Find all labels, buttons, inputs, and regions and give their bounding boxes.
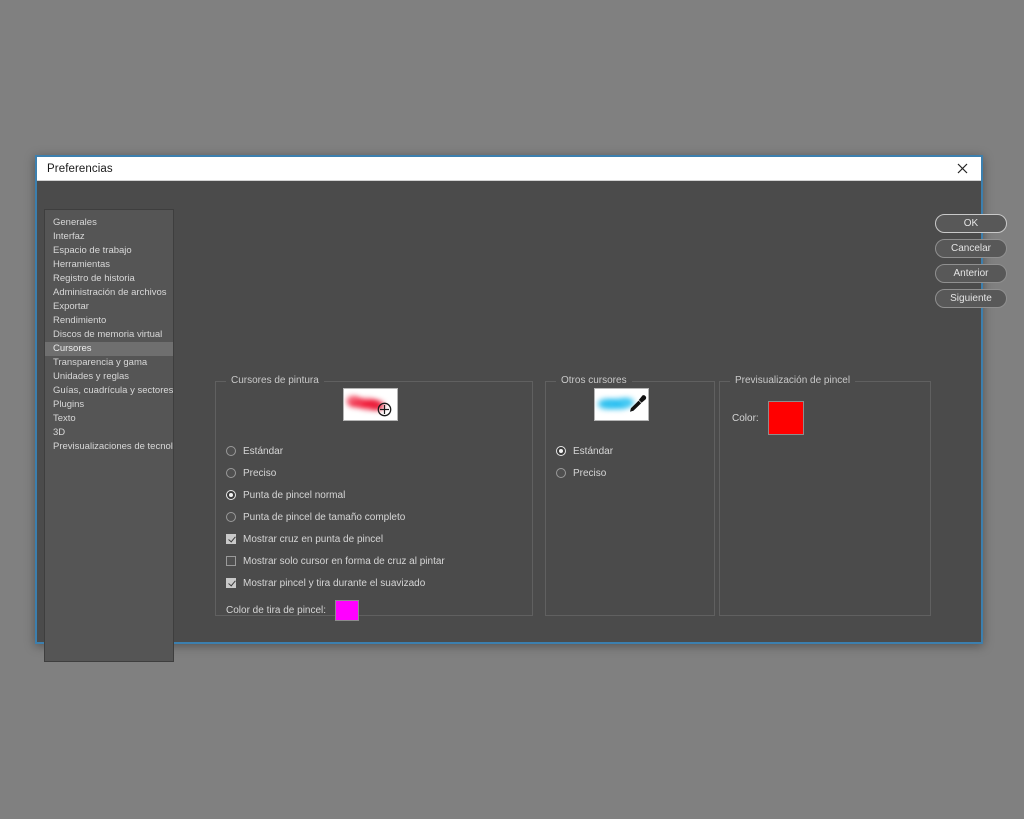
sidebar-item[interactable]: Guías, cuadrícula y sectores: [45, 384, 173, 398]
other-cursors-group: Otros cursores Estándar Preciso: [545, 375, 715, 616]
radio-indicator: [226, 512, 236, 522]
crosshair-icon: [377, 402, 392, 417]
close-icon-glyph: [957, 163, 967, 174]
eyedropper-stroke-preview-icon: [594, 388, 649, 421]
dialog-body: Generales Interfaz Espacio de trabajo Herra…: [37, 181, 1007, 662]
sidebar-item[interactable]: Espacio de trabajo: [45, 244, 173, 258]
brush-preview-legend: Previsualización de pincel: [730, 375, 856, 386]
sidebar-item[interactable]: Exportar: [45, 300, 173, 314]
checkbox-mostrar-pincel-tira[interactable]: Mostrar pincel y tira durante el suaviza…: [226, 576, 425, 590]
checkbox-label: Mostrar solo cursor en forma de cruz al …: [243, 555, 445, 567]
painting-cursors-group: Cursores de pintura Estándar Preciso Pun…: [215, 375, 533, 621]
brush-strip-color-label: Color de tira de pincel:: [226, 605, 327, 616]
radio-painting-punta-completo[interactable]: Punta de pincel de tamaño completo: [226, 510, 405, 524]
close-icon[interactable]: [943, 157, 981, 180]
radio-other-preciso[interactable]: Preciso: [556, 466, 606, 480]
checkbox-indicator: [226, 578, 236, 588]
sidebar-item[interactable]: Generales: [45, 216, 173, 230]
checkbox-indicator: [226, 556, 236, 566]
radio-indicator: [556, 468, 566, 478]
radio-painting-punta-normal[interactable]: Punta de pincel normal: [226, 488, 345, 502]
radio-label: Punta de pincel de tamaño completo: [243, 511, 406, 523]
brush-stroke-crosshair-preview-icon: [343, 388, 398, 421]
other-cursors-legend: Otros cursores: [556, 375, 632, 386]
radio-label: Estándar: [573, 445, 614, 457]
checkbox-mostrar-cruz-punta[interactable]: Mostrar cruz en punta de pincel: [226, 532, 383, 546]
checkbox-indicator: [226, 534, 236, 544]
button-cancelar[interactable]: Cancelar: [935, 239, 1007, 258]
brush-preview-group: Previsualización de pincel Color:: [719, 375, 931, 616]
painting-cursors-legend: Cursores de pintura: [226, 375, 324, 386]
radio-indicator: [226, 446, 236, 456]
sidebar-item[interactable]: Rendimiento: [45, 314, 173, 328]
brush-preview-color-swatch[interactable]: [767, 401, 804, 435]
preferences-dialog: Preferencias Generales Interfaz Espacio de…: [35, 155, 1007, 662]
radio-label: Preciso: [573, 467, 607, 479]
checkbox-label: Mostrar cruz en punta de pincel: [243, 533, 384, 545]
sidebar-item[interactable]: Transparencia y gama: [45, 356, 173, 370]
dialog-button-column: OK Cancelar Anterior Siguiente: [935, 214, 1007, 308]
radio-indicator: [226, 468, 236, 478]
sidebar-item[interactable]: Discos de memoria virtual: [45, 328, 173, 342]
radio-label: Estándar: [243, 445, 284, 457]
preferences-category-sidebar[interactable]: Generales Interfaz Espacio de trabajo Herra…: [44, 209, 174, 662]
radio-label: Punta de pincel normal: [243, 489, 346, 501]
sidebar-item[interactable]: Plugins: [45, 398, 173, 412]
dialog-titlebar: Preferencias: [37, 157, 981, 181]
radio-painting-estandar[interactable]: Estándar: [226, 444, 283, 458]
brush-preview-color-row: Color:: [732, 401, 804, 435]
button-ok[interactable]: OK: [935, 214, 1007, 233]
radio-indicator: [226, 490, 236, 500]
button-anterior[interactable]: Anterior: [935, 264, 1007, 283]
sidebar-item[interactable]: Registro de historia: [45, 272, 173, 286]
radio-label: Preciso: [243, 467, 277, 479]
checkbox-label: Mostrar pincel y tira durante el suaviza…: [243, 577, 426, 589]
brush-preview-color-label: Color:: [732, 412, 759, 424]
eyedropper-icon: [630, 395, 647, 412]
sidebar-item[interactable]: Unidades y reglas: [45, 370, 173, 384]
sidebar-item[interactable]: Cursores: [45, 342, 173, 356]
sidebar-item[interactable]: Interfaz: [45, 230, 173, 244]
radio-indicator: [556, 446, 566, 456]
sidebar-item[interactable]: 3D: [45, 426, 173, 440]
brush-strip-color-row: Color de tira de pincel:: [226, 600, 360, 621]
sidebar-item[interactable]: Administración de archivos: [45, 286, 173, 300]
checkbox-mostrar-solo-cruz[interactable]: Mostrar solo cursor en forma de cruz al …: [226, 554, 445, 568]
sidebar-item[interactable]: Previsualizaciones de tecnología: [45, 440, 173, 454]
dialog-title: Preferencias: [47, 162, 113, 175]
sidebar-item[interactable]: Texto: [45, 412, 173, 426]
sidebar-list: Generales Interfaz Espacio de trabajo Herra…: [45, 210, 173, 454]
brush-strip-color-swatch[interactable]: [335, 600, 360, 621]
radio-painting-preciso[interactable]: Preciso: [226, 466, 276, 480]
button-siguiente[interactable]: Siguiente: [935, 289, 1007, 308]
radio-other-estandar[interactable]: Estándar: [556, 444, 613, 458]
sidebar-item[interactable]: Herramientas: [45, 258, 173, 272]
